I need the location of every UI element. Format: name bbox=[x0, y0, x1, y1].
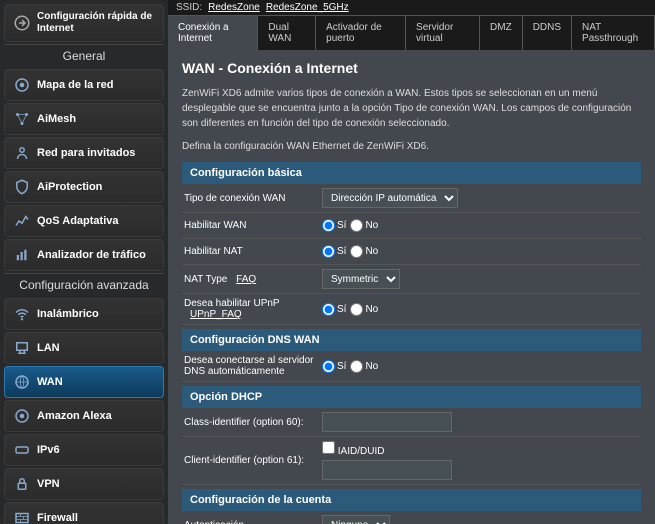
sidebar-item-label: Analizador de tráfico bbox=[37, 249, 146, 261]
sidebar: Configuración rápida de Internet General… bbox=[0, 0, 168, 524]
input-client-id[interactable] bbox=[322, 460, 452, 480]
vpn-icon bbox=[13, 475, 31, 493]
sidebar-item-label: WAN bbox=[37, 376, 63, 388]
ssid-bar: SSID: RedesZone RedesZone_5GHz bbox=[168, 0, 655, 15]
sidebar-item-label: Inalámbrico bbox=[37, 308, 99, 320]
tab-nat-passthrough[interactable]: NAT Passthrough bbox=[572, 16, 655, 50]
sidebar-item-label: LAN bbox=[37, 342, 60, 354]
ssid-link-2[interactable]: RedesZone_5GHz bbox=[266, 2, 349, 13]
tab-bar: Conexión a InternetDual WANActivador de … bbox=[168, 15, 655, 50]
sidebar-item-label: Configuración rápida de Internet bbox=[37, 11, 155, 35]
section-header-advanced: Configuración avanzada bbox=[4, 273, 164, 296]
traffic-icon bbox=[13, 246, 31, 264]
sidebar-item-alexa[interactable]: Amazon Alexa bbox=[4, 400, 164, 432]
page-title: WAN - Conexión a Internet bbox=[182, 60, 641, 76]
section-dhcp-option: Opción DHCP bbox=[182, 386, 641, 408]
select-nat-type[interactable]: Symmetric bbox=[322, 269, 400, 289]
lan-icon bbox=[13, 339, 31, 357]
checkbox-iaid[interactable] bbox=[322, 441, 335, 454]
label-dns-auto: Desea conectarse al servidor DNS automát… bbox=[182, 355, 322, 377]
sidebar-item-shield[interactable]: AiProtection bbox=[4, 171, 164, 203]
tab-servidor-virtual[interactable]: Servidor virtual bbox=[406, 16, 480, 50]
radio-enable-nat-yes[interactable] bbox=[322, 245, 335, 258]
sidebar-item-label: IPv6 bbox=[37, 444, 60, 456]
radio-enable-wan-yes[interactable] bbox=[322, 219, 335, 232]
alexa-icon bbox=[13, 407, 31, 425]
tab-ddns[interactable]: DDNS bbox=[523, 16, 572, 50]
sidebar-item-vpn[interactable]: VPN bbox=[4, 468, 164, 500]
tab-activador-de-puerto[interactable]: Activador de puerto bbox=[316, 16, 406, 50]
sidebar-item-map[interactable]: Mapa de la red bbox=[4, 69, 164, 101]
sidebar-item-lan[interactable]: LAN bbox=[4, 332, 164, 364]
radio-upnp-yes[interactable] bbox=[322, 303, 335, 316]
radio-enable-nat-no[interactable] bbox=[350, 245, 363, 258]
sidebar-item-traffic[interactable]: Analizador de tráfico bbox=[4, 239, 164, 271]
section-account: Configuración de la cuenta bbox=[182, 489, 641, 511]
sidebar-item-label: AiMesh bbox=[37, 113, 76, 125]
section-dns: Configuración DNS WAN bbox=[182, 329, 641, 351]
section-header-general: General bbox=[4, 44, 164, 67]
ipv6-icon bbox=[13, 441, 31, 459]
sidebar-item-label: VPN bbox=[37, 478, 60, 490]
sidebar-item-mesh[interactable]: AiMesh bbox=[4, 103, 164, 135]
sidebar-item-qos[interactable]: QoS Adaptativa bbox=[4, 205, 164, 237]
sidebar-item-wan[interactable]: WAN bbox=[4, 366, 164, 398]
radio-upnp-no[interactable] bbox=[350, 303, 363, 316]
sidebar-item-label: Firewall bbox=[37, 512, 78, 524]
shield-icon bbox=[13, 178, 31, 196]
radio-dns-yes[interactable] bbox=[322, 360, 335, 373]
sidebar-item-label: Amazon Alexa bbox=[37, 410, 112, 422]
sidebar-item-wifi[interactable]: Inalámbrico bbox=[4, 298, 164, 330]
sidebar-item-label: QoS Adaptativa bbox=[37, 215, 119, 227]
sidebar-item-label: AiProtection bbox=[37, 181, 102, 193]
ssid-link-1[interactable]: RedesZone bbox=[208, 2, 260, 13]
label-upnp: Desea habilitar UPnP UPnP_FAQ bbox=[182, 298, 322, 320]
label-nat-type: NAT Type FAQ bbox=[182, 274, 322, 285]
sidebar-item-label: Mapa de la red bbox=[37, 79, 113, 91]
faq-nat-type[interactable]: FAQ bbox=[236, 274, 256, 285]
wan-icon bbox=[13, 373, 31, 391]
tab-dual-wan[interactable]: Dual WAN bbox=[258, 16, 316, 50]
sidebar-item-guest[interactable]: Red para invitados bbox=[4, 137, 164, 169]
firewall-icon bbox=[13, 509, 31, 524]
main-panel: SSID: RedesZone RedesZone_5GHz Conexión … bbox=[168, 0, 655, 524]
label-client-id: Client-identifier (option 61): bbox=[182, 455, 322, 466]
wifi-icon bbox=[13, 305, 31, 323]
label-class-id: Class-identifier (option 60): bbox=[182, 417, 322, 428]
mesh-icon bbox=[13, 110, 31, 128]
tab-dmz[interactable]: DMZ bbox=[480, 16, 523, 50]
input-class-id[interactable] bbox=[322, 412, 452, 432]
sidebar-item-quick-setup[interactable]: Configuración rápida de Internet bbox=[4, 4, 164, 42]
tab-conexión-a-internet[interactable]: Conexión a Internet bbox=[168, 16, 258, 50]
faq-upnp[interactable]: UPnP_FAQ bbox=[190, 309, 242, 320]
label-auth: Autenticación bbox=[182, 520, 322, 524]
select-wan-type[interactable]: Dirección IP automática bbox=[322, 188, 458, 208]
page-description-1: ZenWiFi XD6 admite varios tipos de conex… bbox=[182, 86, 641, 131]
qos-icon bbox=[13, 212, 31, 230]
sidebar-item-label: Red para invitados bbox=[37, 147, 135, 159]
sidebar-item-ipv6[interactable]: IPv6 bbox=[4, 434, 164, 466]
label-enable-nat: Habilitar NAT bbox=[182, 246, 322, 257]
radio-dns-no[interactable] bbox=[350, 360, 363, 373]
label-enable-wan: Habilitar WAN bbox=[182, 220, 322, 231]
section-basic: Configuración básica bbox=[182, 162, 641, 184]
sidebar-item-firewall[interactable]: Firewall bbox=[4, 502, 164, 524]
ssid-label: SSID: bbox=[176, 2, 202, 13]
map-icon bbox=[13, 76, 31, 94]
radio-enable-wan-no[interactable] bbox=[350, 219, 363, 232]
label-wan-type: Tipo de conexión WAN bbox=[182, 193, 322, 204]
globe-arrow-icon bbox=[13, 14, 31, 32]
page-description-2: Defina la configuración WAN Ethernet de … bbox=[182, 139, 641, 154]
guest-icon bbox=[13, 144, 31, 162]
select-auth[interactable]: Ninguno bbox=[322, 515, 390, 524]
